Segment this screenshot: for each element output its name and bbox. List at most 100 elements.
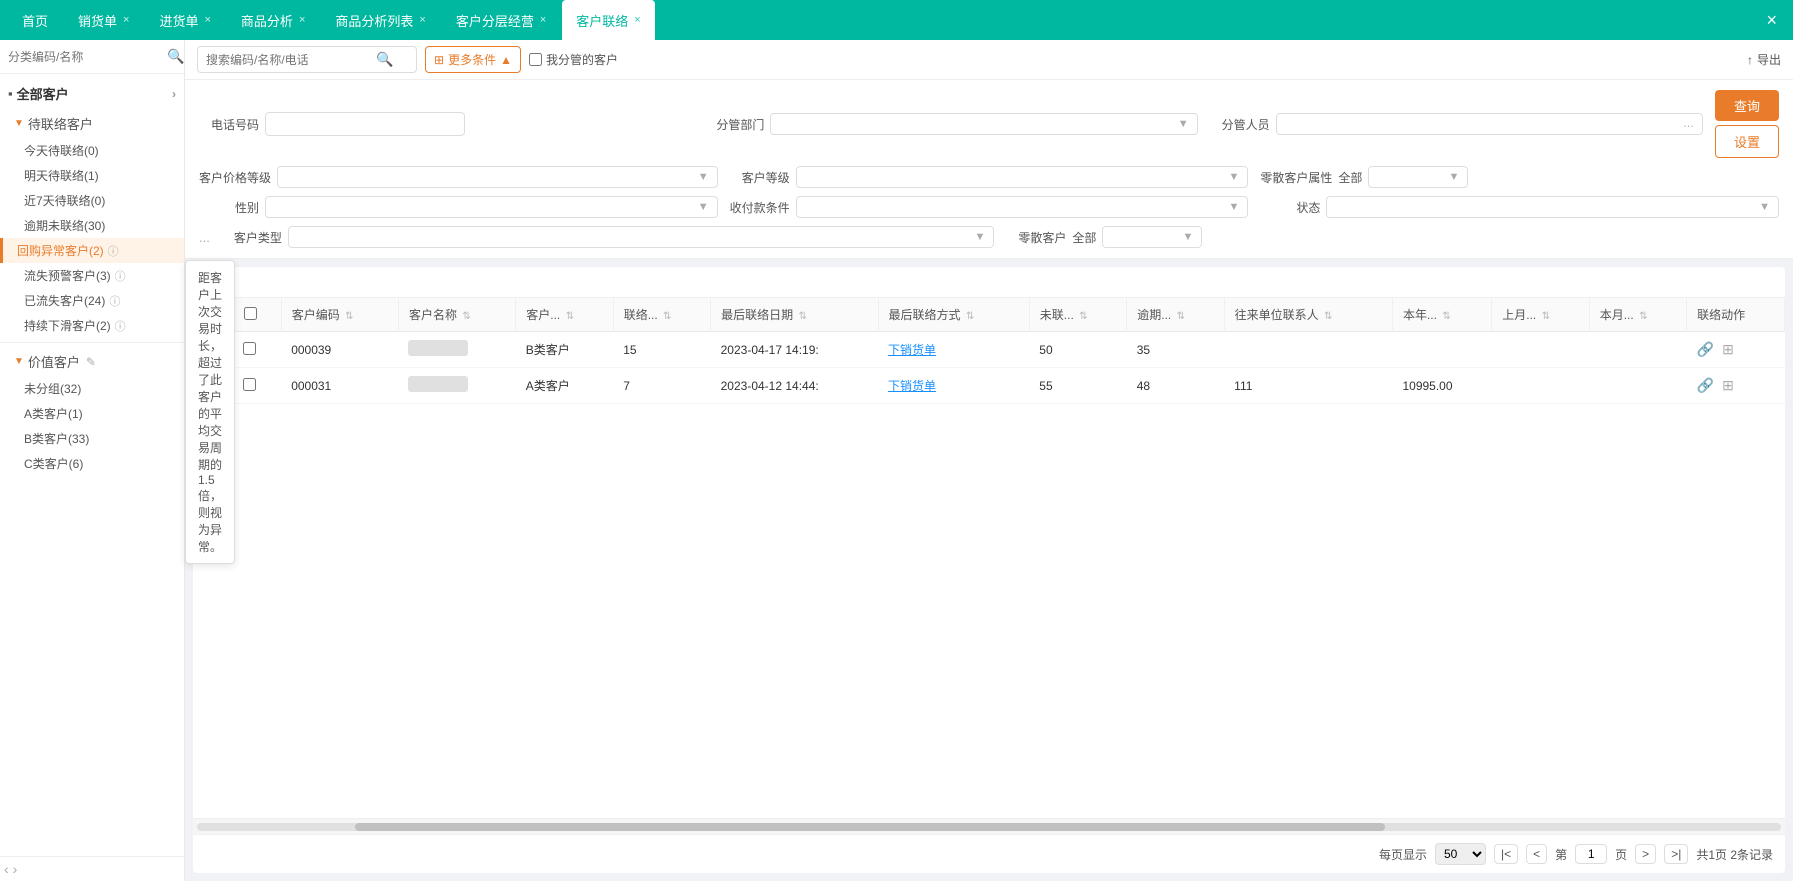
sidebar-item-lost[interactable]: 已流失客户(24) ⓘ — [0, 288, 184, 313]
filter-field-status: 状态 ▼ — [1260, 196, 1779, 218]
sidebar-search-input[interactable] — [8, 50, 163, 64]
filter-manager-label: 分管人员 — [1210, 116, 1270, 133]
filter-phone-input[interactable] — [265, 112, 465, 136]
sidebar-bottom: ‹ › — [0, 856, 184, 881]
value-customers-edit-icon[interactable]: ✎ — [86, 355, 96, 369]
nav-tab-product-analysis[interactable]: 商品分析 × — [227, 0, 319, 40]
nav-tab-product-analysis-list[interactable]: 商品分析列表 × — [321, 0, 439, 40]
filter-payment-select[interactable]: ▼ — [796, 196, 1249, 218]
sidebar-all-customers[interactable]: ▪ 全部客户 › — [0, 78, 184, 109]
row1-actions: 🔗 ⊞ — [1687, 332, 1785, 368]
sort-uncontacted-icon[interactable]: ⇅ — [1079, 311, 1087, 322]
row1-link-icon[interactable]: 🔗 — [1697, 341, 1714, 358]
nav-tab-purchase[interactable]: 进货单 × — [145, 0, 224, 40]
col-uncontacted: 未联... ⇅ — [1029, 298, 1126, 332]
filter-status-select[interactable]: ▼ — [1326, 196, 1779, 218]
sidebar-item-abnormal[interactable]: 回购异常客户(2) ⓘ — [0, 238, 184, 263]
nav-tab-customer-contact[interactable]: 客户联络 × — [562, 0, 654, 40]
sidebar-item-ungroup[interactable]: 未分组(32) — [0, 376, 184, 401]
filter-retail-attr-select[interactable]: ▼ — [1368, 166, 1468, 188]
sort-contact-icon[interactable]: ⇅ — [663, 311, 671, 322]
row1-grid-icon[interactable]: ⊞ — [1722, 341, 1734, 358]
sidebar-item-lost-warning[interactable]: 流失预警客户(3) ⓘ — [0, 263, 184, 288]
close-purchase-tab-icon[interactable]: × — [204, 14, 210, 26]
sidebar-item-b-class[interactable]: B类客户(33) — [0, 426, 184, 451]
col-last-method: 最后联络方式 ⇅ — [878, 298, 1029, 332]
settings-button[interactable]: 设置 — [1715, 125, 1779, 158]
select-all-checkbox[interactable] — [244, 307, 257, 320]
horizontal-scrollbar[interactable] — [193, 818, 1785, 834]
close-sales-tab-icon[interactable]: × — [123, 14, 129, 26]
scrollbar-thumb[interactable] — [355, 823, 1385, 831]
sort-lastmethod-icon[interactable]: ⇅ — [966, 311, 974, 322]
row1-last-method[interactable]: 下销货单 — [878, 332, 1029, 368]
sort-code-icon[interactable]: ⇅ — [345, 311, 353, 322]
row1-select-checkbox[interactable] — [243, 342, 256, 355]
close-customer-segment-tab-icon[interactable]: × — [540, 14, 546, 26]
sidebar-item-7days[interactable]: 近7天待联络(0) — [0, 188, 184, 213]
sidebar-value-customers[interactable]: ▼ 价值客户 ✎ — [0, 347, 184, 376]
next-page-button[interactable]: > — [1635, 844, 1656, 864]
query-button[interactable]: 查询 — [1715, 90, 1779, 121]
my-customers-checkbox[interactable] — [529, 53, 542, 66]
sidebar-item-today[interactable]: 今天待联络(0) — [0, 138, 184, 163]
row2-contact-count: 7 — [613, 368, 710, 404]
sort-lastdate-icon[interactable]: ⇅ — [798, 311, 806, 322]
row2-code: 000031 — [281, 368, 398, 404]
sidebar-item-tomorrow[interactable]: 明天待联络(1) — [0, 163, 184, 188]
sidebar-bottom-right-arrow[interactable]: › — [13, 861, 18, 877]
filter-retail-customer-label: 零散客户 — [1006, 229, 1066, 246]
sidebar-bottom-left-arrow[interactable]: ‹ — [4, 861, 9, 877]
filter-retail-customer-select[interactable]: ▼ — [1102, 226, 1202, 248]
nav-tab-sales[interactable]: 销货单 × — [64, 0, 143, 40]
filter-manager-select[interactable]: … — [1276, 113, 1703, 135]
col-last-month: 上月... ⇅ — [1492, 298, 1589, 332]
filter-form: 电话号码 分管部门 ▼ 分管人员 … 查询 设置 — [185, 80, 1793, 259]
row2-uncontacted: 55 — [1029, 368, 1126, 404]
sidebar-pending-contact[interactable]: ▼ 待联络客户 — [0, 109, 184, 138]
table-scroll-container[interactable]: 客户编码 ⇅ 客户名称 ⇅ 客户... ⇅ — [193, 298, 1785, 818]
sort-lastmonth-icon[interactable]: ⇅ — [1542, 311, 1550, 322]
filter-price-level-select[interactable]: ▼ — [277, 166, 718, 188]
first-page-button[interactable]: |< — [1494, 844, 1518, 864]
sort-overdue-icon[interactable]: ⇅ — [1177, 311, 1185, 322]
last-page-button[interactable]: >| — [1664, 844, 1688, 864]
prev-page-button[interactable]: < — [1526, 844, 1547, 864]
window-close-button[interactable]: × — [1758, 10, 1785, 31]
filter-search-input[interactable] — [206, 53, 376, 67]
nav-tab-customer-segment[interactable]: 客户分层经营 × — [442, 0, 560, 40]
tooltip-popup: 距客户上次交易时长，超过了此客户的平均交易周期的1.5倍，则视为异常。 — [185, 260, 235, 564]
filter-customer-level-select[interactable]: ▼ — [796, 166, 1249, 188]
row2-grid-icon[interactable]: ⊞ — [1722, 377, 1734, 394]
filter-gender-select[interactable]: ▼ — [265, 196, 718, 218]
close-customer-contact-tab-icon[interactable]: × — [634, 14, 640, 26]
sort-contacts-icon[interactable]: ⇅ — [1324, 311, 1332, 322]
nav-tab-home[interactable]: 首页 — [8, 0, 62, 40]
sidebar-item-declining[interactable]: 持续下滑客户(2) ⓘ — [0, 313, 184, 338]
page-number-input[interactable] — [1575, 844, 1607, 864]
filter-dept-select[interactable]: ▼ — [770, 113, 1197, 135]
sidebar-item-a-class[interactable]: A类客户(1) — [0, 401, 184, 426]
row2-select-checkbox[interactable] — [243, 378, 256, 391]
sort-type-icon[interactable]: ⇅ — [566, 311, 574, 322]
col-customer-type: 客户... ⇅ — [516, 298, 613, 332]
sidebar-item-overdue[interactable]: 逾期未联络(30) — [0, 213, 184, 238]
sidebar-item-c-class[interactable]: C类客户(6) — [0, 451, 184, 476]
row2-last-method[interactable]: 下销货单 — [878, 368, 1029, 404]
sidebar-search-icon[interactable]: 🔍 — [167, 48, 184, 65]
filter-dots[interactable]: ... — [199, 230, 210, 245]
filter-customer-type-select[interactable]: ▼ — [288, 226, 995, 248]
per-page-select[interactable]: 50 20 100 — [1435, 843, 1486, 865]
sort-thismonth-icon[interactable]: ⇅ — [1639, 311, 1647, 322]
sort-thisyear-icon[interactable]: ⇅ — [1442, 311, 1450, 322]
export-button[interactable]: ↑ 导出 — [1747, 51, 1781, 68]
sidebar-collapse-icon[interactable]: › — [172, 87, 176, 101]
filter-field-customer-level: 客户等级 ▼ — [730, 166, 1249, 188]
close-product-analysis-tab-icon[interactable]: × — [299, 14, 305, 26]
filter-more-conditions[interactable]: ⊞ 更多条件 ▲ — [425, 46, 521, 73]
row2-link-icon[interactable]: 🔗 — [1697, 377, 1714, 394]
filter-search-icon[interactable]: 🔍 — [376, 51, 393, 68]
status-arrow-icon: ▼ — [1759, 201, 1770, 213]
close-product-analysis-list-tab-icon[interactable]: × — [419, 14, 425, 26]
sort-name-icon[interactable]: ⇅ — [462, 311, 470, 322]
